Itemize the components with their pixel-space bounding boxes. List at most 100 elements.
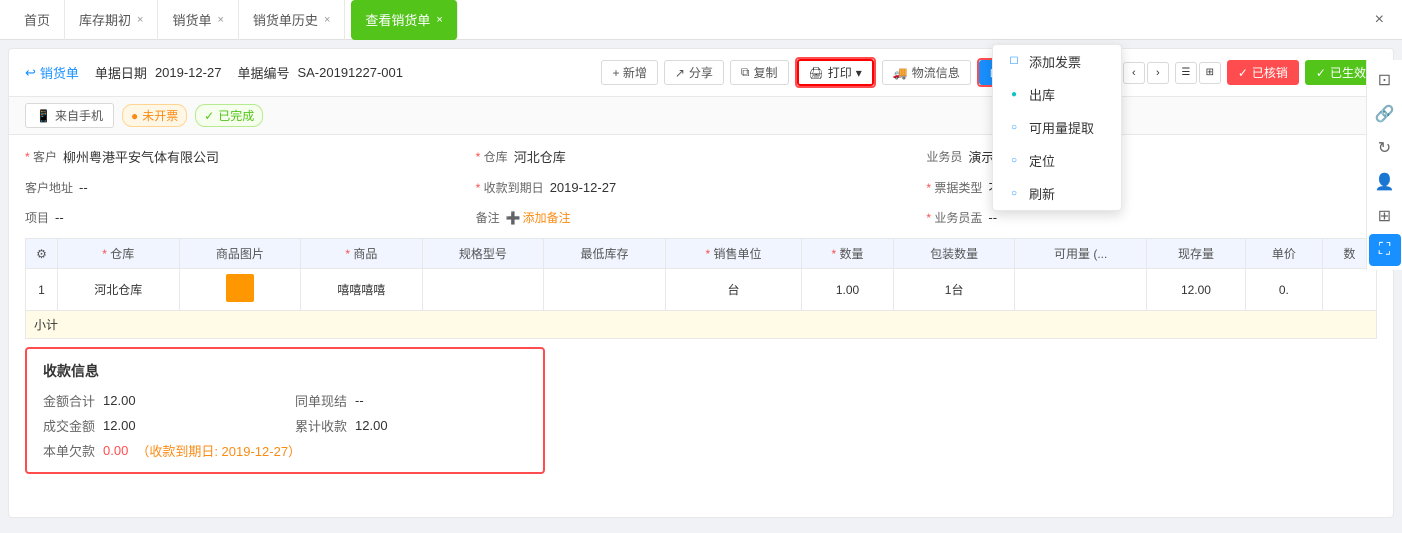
print-icon: 🖨 (809, 66, 824, 80)
dropdown-add-invoice[interactable]: ☐ 添加发票 (993, 45, 1121, 78)
dropdown-available-qty[interactable]: ○ 可用量提取 (993, 111, 1121, 144)
tab-sales-order-label: 销货单 (172, 10, 211, 29)
tab-sales-order-close[interactable]: × (217, 14, 223, 26)
print-button[interactable]: 🖨 打印 ▾ (797, 59, 874, 86)
available-qty-label: 可用量提取 (1029, 118, 1094, 137)
revoked-button[interactable]: ✓ 已核销 (1227, 60, 1299, 85)
customer-label: 客户 (25, 148, 57, 165)
doc-type-badge: ↩ 销货单 (25, 63, 79, 82)
not-open-label: 未开票 (142, 107, 178, 124)
total-row: 金额合计 12.00 (43, 391, 275, 410)
copy-label: 复制 (753, 64, 777, 81)
sidebar-fullscreen-icon[interactable]: ⛶ (1369, 234, 1401, 266)
address-value: -- (79, 180, 88, 195)
add-note-label: 添加备注 (523, 209, 571, 226)
list-view-button[interactable]: ☰ (1175, 62, 1197, 84)
tab-sales-history-label: 销货单历史 (253, 10, 318, 29)
payment-grid: 金额合计 12.00 同单现结 -- 成交金额 12.00 累计收款 12.00… (43, 391, 527, 460)
tab-view-sales-close[interactable]: × (436, 14, 442, 26)
grid-view-button[interactable]: ⊞ (1199, 62, 1221, 84)
cell-spec (422, 269, 544, 311)
tab-sales-history-close[interactable]: × (324, 14, 330, 26)
global-close-button[interactable]: × (1367, 11, 1392, 29)
print-label: 打印 (828, 64, 852, 81)
tab-sales-history[interactable]: 销货单历史 × (239, 0, 345, 40)
col-price: 单价 (1246, 239, 1323, 269)
cell-unit: 台 (665, 269, 802, 311)
note-row: 备注 ➕ 添加备注 (476, 209, 927, 226)
tab-view-sales[interactable]: 查看销货单 × (351, 0, 457, 40)
cumulative-label: 累计收款 (295, 416, 347, 435)
operation-dropdown-menu: ☐ 添加发票 ● 出库 ○ 可用量提取 ○ 定位 ○ 刷新 (992, 44, 1122, 211)
doc-date-value: 2019-12-27 (155, 65, 222, 80)
print-dropdown-arrow[interactable]: ▾ (856, 66, 862, 80)
next-arrow[interactable]: › (1147, 62, 1169, 84)
sidebar-rotate-icon[interactable]: ↻ (1369, 132, 1401, 164)
dropdown-locate[interactable]: ○ 定位 (993, 144, 1121, 177)
form-section: 客户 柳州粤港平安气体有限公司 仓库 河北仓库 业务员 演示账号 客户地址 --… (9, 135, 1393, 238)
col-unit: * 销售单位 (665, 239, 802, 269)
deal-amount-value: 12.00 (103, 418, 136, 433)
sidebar-expand-icon[interactable]: ⊡ (1369, 64, 1401, 96)
salesperson-value: -- (988, 210, 997, 225)
table-row: 1 河北仓库 嘻嘻嘻嘻 台 1.00 1台 12.00 0. (26, 269, 1377, 311)
cell-min-stock (544, 269, 666, 311)
locate-icon: ○ (1007, 154, 1021, 168)
cell-warehouse: 河北仓库 (58, 269, 180, 311)
new-button[interactable]: + 新增 (601, 60, 657, 85)
cumulative-row: 累计收款 12.00 (295, 416, 527, 435)
prev-arrow[interactable]: ‹ (1123, 62, 1145, 84)
dropdown-refresh[interactable]: ○ 刷新 (993, 177, 1121, 210)
project-row: 项目 -- (25, 209, 476, 226)
address-label: 客户地址 (25, 179, 73, 196)
add-note-button[interactable]: ➕ 添加备注 (506, 209, 571, 226)
tab-inventory-init-label: 库存期初 (79, 10, 131, 29)
effective-check-icon: ✓ (1316, 66, 1326, 80)
cell-img (179, 269, 301, 311)
ship-out-label: 出库 (1029, 85, 1055, 104)
cell-no: 1 (26, 269, 58, 311)
print-dropdown-wrap: 🖨 打印 ▾ (795, 57, 876, 88)
due-date-value: 2019-12-27 (550, 180, 617, 195)
due-date-label: 收款到期日 (476, 179, 544, 196)
from-phone-button[interactable]: 📱 来自手机 (25, 103, 114, 128)
doc-actions: + 新增 ↗ 分享 ⧉ 复制 🖨 打印 ▾ 🚚 物流信息 (601, 57, 1377, 88)
share-button[interactable]: ↗ 分享 (664, 60, 724, 85)
cell-amount (1322, 269, 1376, 311)
col-product: * 商品 (301, 239, 423, 269)
logistics-label: 物流信息 (912, 64, 960, 81)
view-toggle: ☰ ⊞ (1175, 62, 1221, 84)
document-area: ↩ 销货单 单据日期 2019-12-27 单据编号 SA-20191227-0… (8, 48, 1394, 518)
cell-current-stock: 12.00 (1146, 269, 1245, 311)
not-open-icon: ● (131, 109, 138, 123)
copy-button[interactable]: ⧉ 复制 (730, 60, 789, 85)
complete-check-icon: ✓ (204, 109, 214, 123)
add-invoice-label: 添加发票 (1029, 52, 1081, 71)
payment-title: 收款信息 (43, 361, 527, 381)
sidebar-link-icon[interactable]: 🔗 (1369, 98, 1401, 130)
right-sidebar: ⊡ 🔗 ↻ 👤 ⊞ ⛶ (1366, 60, 1402, 270)
col-spec: 规格型号 (422, 239, 544, 269)
payment-section: 收款信息 金额合计 12.00 同单现结 -- 成交金额 12.00 累计收款 … (25, 347, 545, 474)
logistics-button[interactable]: 🚚 物流信息 (882, 60, 971, 85)
customer-value: 柳州粤港平安气体有限公司 (63, 147, 219, 166)
note-label: 备注 (476, 209, 500, 226)
product-image (226, 274, 254, 302)
arrears-row: 本单欠款 0.00 （收款到期日: 2019-12-27） (43, 441, 527, 460)
sidebar-grid-icon[interactable]: ⊞ (1369, 200, 1401, 232)
deal-amount-label: 成交金额 (43, 416, 95, 435)
cell-available (1015, 269, 1147, 311)
col-pkg-qty: 包装数量 (893, 239, 1015, 269)
sidebar-person-icon[interactable]: 👤 (1369, 166, 1401, 198)
tab-inventory-init-close[interactable]: × (137, 14, 143, 26)
dropdown-ship-out[interactable]: ● 出库 (993, 78, 1121, 111)
tab-sales-order[interactable]: 销货单 × (158, 0, 238, 40)
tab-home[interactable]: 首页 (10, 0, 65, 40)
arrears-value: 0.00 (103, 443, 128, 458)
revoked-label: 已核销 (1252, 64, 1288, 81)
col-gear: ⚙ (26, 239, 58, 269)
refresh-icon: ○ (1007, 187, 1021, 201)
share-icon: ↗ (675, 66, 685, 80)
tab-bar: 首页 库存期初 × 销货单 × 销货单历史 × 查看销货单 × × (0, 0, 1402, 40)
tab-inventory-init[interactable]: 库存期初 × (65, 0, 158, 40)
